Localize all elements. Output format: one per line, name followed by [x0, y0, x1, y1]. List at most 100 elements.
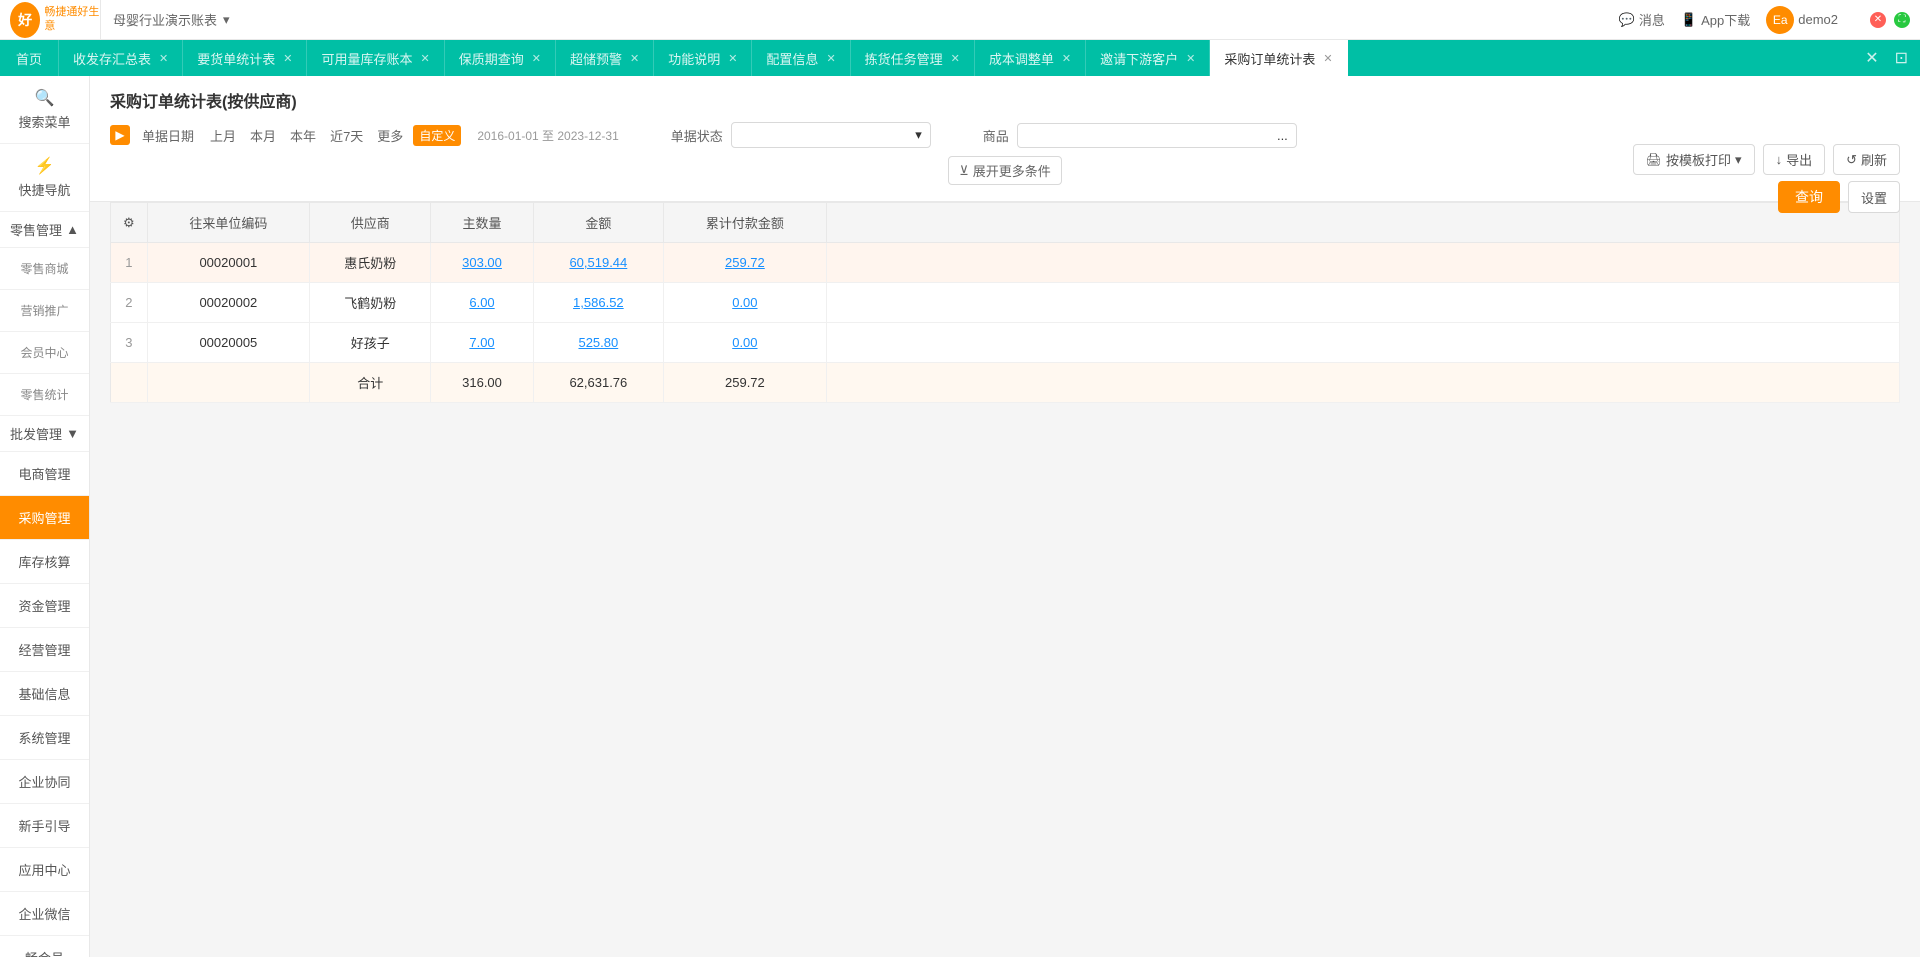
tab-function-desc[interactable]: 功能说明 ✕	[654, 40, 752, 76]
sidebar-item-retail-stats[interactable]: 零售统计	[0, 374, 89, 416]
row-3-quantity[interactable]: 7.00	[431, 323, 533, 363]
close-tab-picking[interactable]: ✕	[951, 52, 960, 65]
row-3-amount[interactable]: 525.80	[533, 323, 664, 363]
wholesale-label: 批发管理	[10, 424, 62, 443]
tab-overstock-warning[interactable]: 超储预警 ✕	[556, 40, 654, 76]
sidebar-item-basic-info[interactable]: 基础信息	[0, 672, 89, 716]
col-amount: 金额	[533, 203, 664, 243]
footer-empty3	[826, 363, 1899, 403]
shortcut-last-7-days[interactable]: 近7天	[326, 124, 367, 147]
status-filter-label: 单据状态	[671, 126, 723, 145]
row-2-amount[interactable]: 1,586.52	[533, 283, 664, 323]
refresh-button[interactable]: ↺ 刷新	[1833, 144, 1900, 175]
date-filter-label: 单据日期	[142, 126, 194, 145]
close-tab-collection[interactable]: ✕	[159, 52, 168, 65]
sidebar-item-member[interactable]: 会员中心	[0, 332, 89, 374]
sidebar-item-retail-mall[interactable]: 零售商城	[0, 248, 89, 290]
tab-purchase-order-stats[interactable]: 采购订单统计表 ✕	[1210, 40, 1347, 76]
row-2-quantity[interactable]: 6.00	[431, 283, 533, 323]
close-button[interactable]: ✕	[1870, 12, 1886, 28]
col-paid: 累计付款金额	[664, 203, 826, 243]
maximize-button[interactable]: ⛶	[1894, 12, 1910, 28]
sidebar-item-vip[interactable]: 畅会员	[0, 936, 89, 957]
shortcut-this-year[interactable]: 本年	[286, 124, 320, 147]
footer-amount: 62,631.76	[533, 363, 664, 403]
sidebar-item-ecommerce[interactable]: 电商管理	[0, 452, 89, 496]
tab-cost-adjust[interactable]: 成本调整单 ✕	[975, 40, 1086, 76]
nav-close-btn[interactable]: ✕	[1861, 44, 1882, 72]
close-tab-purchase[interactable]: ✕	[1323, 52, 1332, 65]
message-btn[interactable]: 💬 消息	[1619, 10, 1665, 29]
shortcut-this-month[interactable]: 本月	[246, 124, 280, 147]
tab-collection-summary[interactable]: 收发存汇总表 ✕	[59, 40, 183, 76]
sidebar-item-retail-mgmt[interactable]: 零售管理 ▲	[0, 212, 89, 248]
row-1-quantity[interactable]: 303.00	[431, 243, 533, 283]
data-table: ⚙ 往来单位编码 供应商 主数量 金额 累计付款金额 1 00020001 惠氏…	[110, 202, 1900, 403]
sidebar-item-operations[interactable]: 经营管理	[0, 628, 89, 672]
tab-inventory-ledger[interactable]: 可用量库存账本 ✕	[307, 40, 444, 76]
tab-order-stats[interactable]: 要货单统计表 ✕	[183, 40, 307, 76]
sidebar-item-shortcut[interactable]: ⚡ 快捷导航	[0, 144, 89, 212]
close-tab-cost[interactable]: ✕	[1062, 52, 1071, 65]
product-input[interactable]: ...	[1017, 123, 1297, 148]
search-icon: 🔍	[35, 88, 55, 108]
tab-home[interactable]: 首页	[0, 40, 59, 76]
sidebar-item-purchase[interactable]: 采购管理	[0, 496, 89, 540]
sidebar-item-marketing[interactable]: 营销推广	[0, 290, 89, 332]
close-tab-inventory[interactable]: ✕	[421, 52, 430, 65]
tab-config-info[interactable]: 配置信息 ✕	[752, 40, 850, 76]
sidebar-item-wechat[interactable]: 企业微信	[0, 892, 89, 936]
sidebar-item-enterprise[interactable]: 企业协同	[0, 760, 89, 804]
vip-label: 畅会员	[25, 948, 64, 957]
close-tab-expiry[interactable]: ✕	[532, 52, 541, 65]
sidebar-item-search[interactable]: 🔍 搜索菜单	[0, 76, 89, 144]
tab-invite-downstream[interactable]: 邀请下游客户 ✕	[1086, 40, 1210, 76]
industry-label: 母婴行业演示账表	[113, 10, 217, 29]
user-area[interactable]: Ea demo2	[1766, 6, 1838, 34]
tab-expiry-query[interactable]: 保质期查询 ✕	[445, 40, 556, 76]
purchase-label: 采购管理	[18, 508, 70, 527]
message-icon: 💬	[1619, 12, 1635, 28]
row-1-paid[interactable]: 259.72	[664, 243, 826, 283]
row-2-supplier: 飞鹤奶粉	[310, 283, 431, 323]
close-tab-config[interactable]: ✕	[826, 52, 835, 65]
close-tab-invite[interactable]: ✕	[1186, 52, 1195, 65]
col-settings[interactable]: ⚙	[111, 203, 148, 243]
filter-toggle[interactable]: ▶	[110, 125, 130, 145]
sidebar-item-finance[interactable]: 资金管理	[0, 584, 89, 628]
logo-text: 畅捷通好生意	[44, 6, 100, 32]
refresh-icon: ↺	[1846, 152, 1857, 168]
export-button[interactable]: ↓ 导出	[1763, 144, 1826, 175]
row-1-code: 00020001	[147, 243, 309, 283]
row-3-paid[interactable]: 0.00	[664, 323, 826, 363]
content-area: 采购订单统计表(按供应商) ▶ 单据日期 上月 本月 本年 近7天 更多 自定义…	[90, 76, 1920, 957]
status-select[interactable]: ▾	[731, 122, 931, 148]
shortcut-last-month[interactable]: 上月	[206, 124, 240, 147]
close-tab-order[interactable]: ✕	[283, 52, 292, 65]
print-button[interactable]: 🖨 按模板打印 ▾	[1633, 144, 1755, 175]
app-download-btn[interactable]: 📱 App下载	[1681, 10, 1750, 29]
row-2-index: 2	[111, 283, 148, 323]
close-tab-function[interactable]: ✕	[728, 52, 737, 65]
query-button[interactable]: 查询	[1778, 181, 1840, 213]
row-1-amount[interactable]: 60,519.44	[533, 243, 664, 283]
app-download-label: App下载	[1701, 10, 1750, 29]
expand-row: ⊻ 展开更多条件	[110, 148, 1900, 193]
sidebar-item-guide[interactable]: 新手引导	[0, 804, 89, 848]
industry-selector[interactable]: 母婴行业演示账表 ▾	[100, 0, 248, 39]
expand-more-btn[interactable]: ⊻ 展开更多条件	[948, 156, 1062, 185]
shortcut-icon: ⚡	[35, 156, 55, 176]
sidebar-item-inventory[interactable]: 库存核算	[0, 540, 89, 584]
sidebar-item-system[interactable]: 系统管理	[0, 716, 89, 760]
sidebar-item-wholesale[interactable]: 批发管理 ▼	[0, 416, 89, 452]
custom-date-tag[interactable]: 自定义	[413, 125, 461, 146]
nav-menu-btn[interactable]: ⊡	[1891, 44, 1912, 72]
row-2-paid[interactable]: 0.00	[664, 283, 826, 323]
settings-button[interactable]: 设置	[1848, 181, 1900, 213]
tab-picking-task[interactable]: 拣货任务管理 ✕	[851, 40, 975, 76]
date-range-text: 2016-01-01 至 2023-12-31	[477, 127, 618, 144]
sidebar-item-app-center[interactable]: 应用中心	[0, 848, 89, 892]
close-tab-overstock[interactable]: ✕	[630, 52, 639, 65]
shortcut-more[interactable]: 更多	[373, 124, 407, 147]
footer-row: 合计 316.00 62,631.76 259.72	[111, 363, 1900, 403]
